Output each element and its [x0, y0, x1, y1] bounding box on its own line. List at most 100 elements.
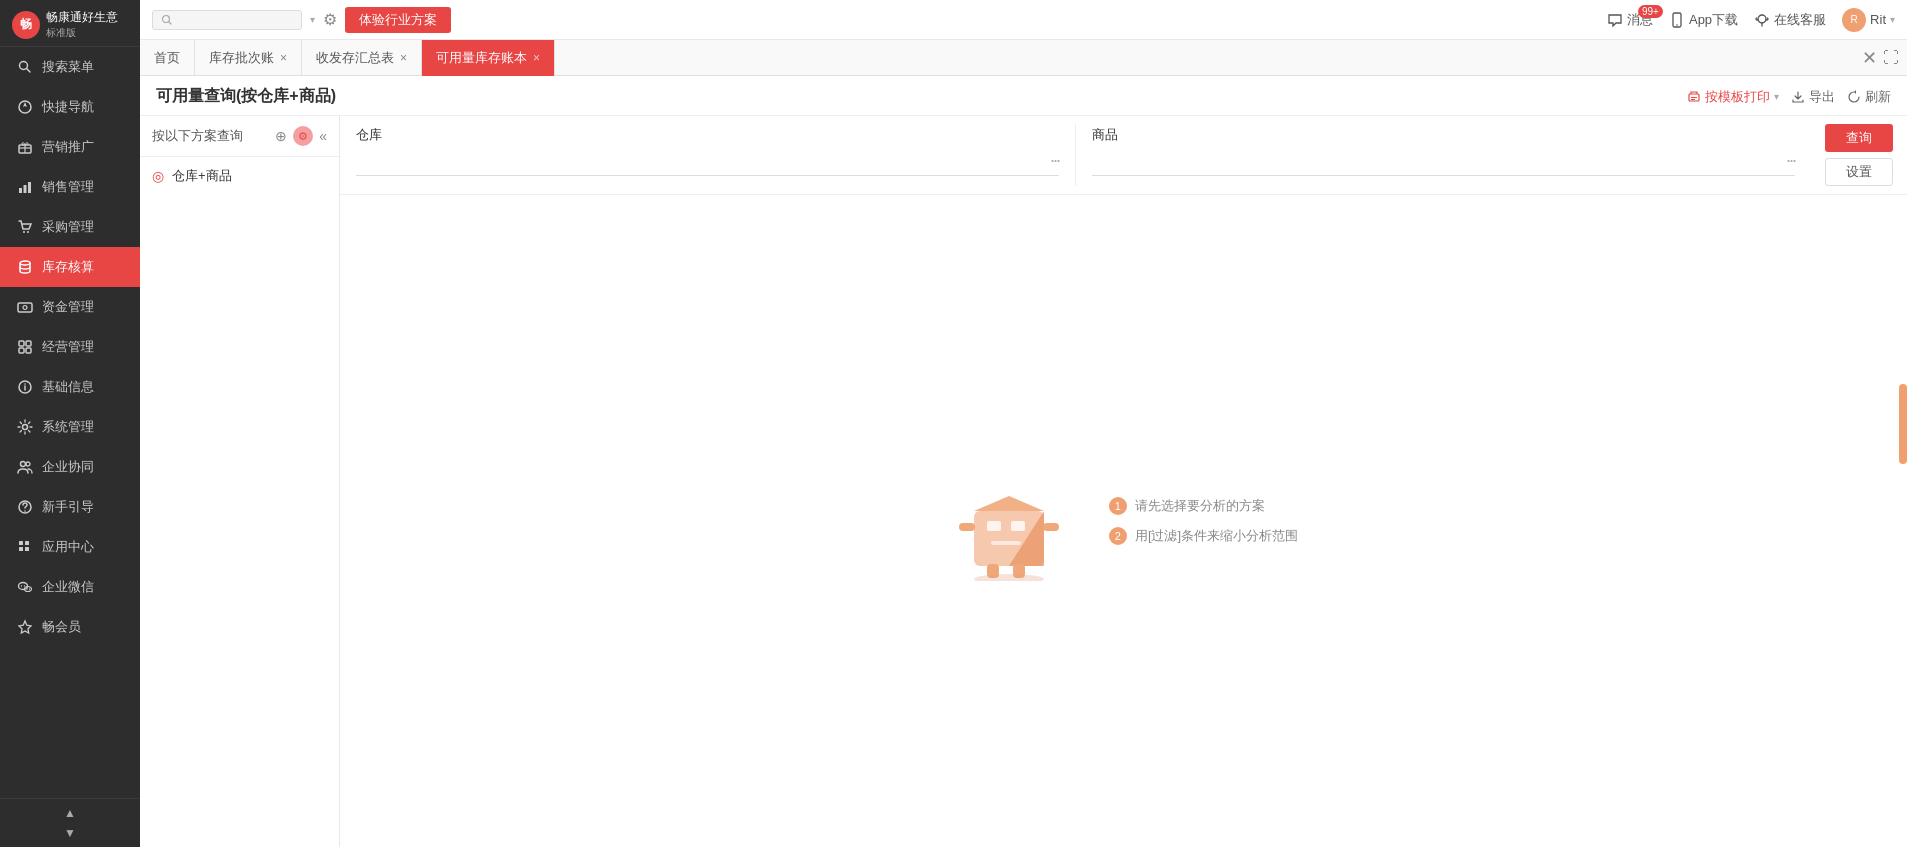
svg-rect-44: [987, 521, 1001, 531]
tab-close-stock-summary[interactable]: ×: [400, 51, 407, 65]
topbar-user-menu[interactable]: R Rit ▾: [1842, 8, 1895, 32]
svg-rect-6: [24, 185, 27, 193]
member-icon: [16, 618, 34, 636]
tabs-expand-btn[interactable]: ⛶: [1883, 49, 1899, 67]
shopping-icon: [16, 218, 34, 236]
sidebar-item-basic-info[interactable]: 基础信息: [0, 367, 140, 407]
svg-point-31: [21, 585, 22, 586]
filter-add-icon[interactable]: ⊕: [275, 128, 287, 144]
sidebar-item-search[interactable]: 搜索菜单: [0, 47, 140, 87]
sidebar-item-label: 库存核算: [42, 258, 94, 276]
product-input[interactable]: [1092, 153, 1786, 168]
sidebar-item-enterprise[interactable]: 企业协同: [0, 447, 140, 487]
gift-icon: [16, 138, 34, 156]
svg-rect-41: [1691, 97, 1697, 98]
sidebar-item-inventory[interactable]: 库存核算: [0, 247, 140, 287]
topbar-customer-service[interactable]: 在线客服: [1754, 11, 1826, 29]
sidebar-item-label: 畅会员: [42, 618, 81, 636]
sidebar-item-member[interactable]: 畅会员: [0, 607, 140, 647]
setting-btn[interactable]: 设置: [1825, 158, 1893, 186]
product-label: 商品: [1092, 126, 1795, 144]
topbar-messages[interactable]: 消息 99+: [1607, 11, 1653, 29]
svg-rect-15: [19, 348, 24, 353]
sidebar-item-quicknav[interactable]: 快捷导航: [0, 87, 140, 127]
sidebar-item-system[interactable]: 系统管理: [0, 407, 140, 447]
empty-illustration: [949, 461, 1069, 581]
svg-point-22: [26, 462, 30, 466]
empty-tip-2: 2 用[过滤]条件来缩小分析范围: [1109, 527, 1298, 545]
topbar-dropdown-icon[interactable]: ▾: [310, 14, 315, 25]
print-dropdown-icon: ▾: [1774, 91, 1779, 102]
tip-num-1: 1: [1109, 497, 1127, 515]
svg-point-20: [23, 424, 28, 429]
product-more-icon[interactable]: ···: [1786, 150, 1795, 171]
query-btn[interactable]: 查询: [1825, 124, 1893, 152]
user-dropdown-icon: ▾: [1890, 14, 1895, 25]
sidebar-logo: 畅 畅康通好生意 标准版: [0, 0, 140, 47]
refresh-btn[interactable]: 刷新: [1847, 88, 1891, 106]
sidebar-item-label: 企业协同: [42, 458, 94, 476]
filter-item-warehouse-product[interactable]: ◎ 仓库+商品: [140, 157, 339, 195]
tab-stock-summary[interactable]: 收发存汇总表 ×: [302, 40, 422, 76]
sidebar-nav: 搜索菜单 快捷导航 营销推广 销售管理 采购管理: [0, 47, 140, 798]
warehouse-more-icon[interactable]: ···: [1050, 150, 1059, 171]
topbar-gear-icon[interactable]: ⚙: [323, 10, 337, 29]
sidebar-scroll-down[interactable]: ▼: [0, 823, 140, 843]
svg-rect-14: [26, 341, 31, 346]
filter-panel: 按以下方案查询 ⊕ ⚙ « ◎ 仓库+商品: [140, 116, 340, 847]
tab-close-available-stock[interactable]: ×: [533, 51, 540, 65]
tabs-close-all-btn[interactable]: ✕: [1862, 47, 1877, 69]
filter-collapse-icon[interactable]: «: [319, 128, 327, 144]
trial-btn[interactable]: 体验行业方案: [345, 7, 451, 33]
empty-tips: 1 请先选择要分析的方案 2 用[过滤]条件来缩小分析范围: [1109, 497, 1298, 545]
sidebar-item-operations[interactable]: 经营管理: [0, 327, 140, 367]
sidebar-scroll-up[interactable]: ▲: [0, 803, 140, 823]
sidebar-item-wechat[interactable]: 企业微信: [0, 567, 140, 607]
sidebar-item-finance[interactable]: 资金管理: [0, 287, 140, 327]
svg-rect-47: [959, 523, 975, 531]
topbar-search-box[interactable]: [152, 10, 302, 30]
topbar-search-input[interactable]: [177, 13, 267, 27]
export-btn[interactable]: 导出: [1791, 88, 1835, 106]
svg-line-1: [27, 68, 31, 72]
wechat-icon: [16, 578, 34, 596]
tab-close-inventory-batch[interactable]: ×: [280, 51, 287, 65]
svg-point-24: [24, 510, 26, 512]
msg-badge: 99+: [1638, 5, 1663, 18]
tab-home[interactable]: 首页: [140, 40, 195, 76]
svg-rect-42: [1691, 99, 1695, 100]
right-edge-scrollbar: [1899, 384, 1907, 464]
svg-point-21: [21, 461, 26, 466]
warehouse-input[interactable]: [356, 153, 1050, 168]
warehouse-label: 仓库: [356, 126, 1059, 144]
topbar: ▾ ⚙ 体验行业方案 消息 99+ App下载 在线客服 R Rit ▾: [140, 0, 1907, 40]
manage-icon: [16, 338, 34, 356]
print-template-btn[interactable]: 按模板打印 ▾: [1687, 88, 1779, 106]
filter-settings-icon[interactable]: ⚙: [293, 126, 313, 146]
filter-item-icon: ◎: [152, 168, 164, 184]
svg-point-39: [1758, 15, 1766, 23]
tab-inventory-batch[interactable]: 库存批次账 ×: [195, 40, 302, 76]
sidebar-item-label: 系统管理: [42, 418, 94, 436]
sidebar-item-label: 企业微信: [42, 578, 94, 596]
sidebar-item-label: 快捷导航: [42, 98, 94, 116]
svg-point-34: [29, 588, 30, 589]
print-icon: [1687, 90, 1701, 104]
sidebar-item-guide[interactable]: 新手引导: [0, 487, 140, 527]
svg-line-36: [169, 21, 172, 24]
sidebar-item-marketing[interactable]: 营销推广: [0, 127, 140, 167]
apps-icon: [16, 538, 34, 556]
topbar-app-download[interactable]: App下载: [1669, 11, 1738, 29]
search-icon: [16, 58, 34, 76]
svg-point-33: [26, 588, 27, 589]
empty-state: 1 请先选择要分析的方案 2 用[过滤]条件来缩小分析范围: [340, 195, 1907, 847]
sidebar-item-sales[interactable]: 销售管理: [0, 167, 140, 207]
empty-tip-text-1: 请先选择要分析的方案: [1135, 497, 1265, 515]
page-title-bar: 可用量查询(按仓库+商品) 按模板打印 ▾ 导出 刷新: [140, 76, 1907, 116]
tab-available-stock[interactable]: 可用量库存账本 ×: [422, 40, 555, 76]
sidebar-item-label: 营销推广: [42, 138, 94, 156]
sidebar-item-apps[interactable]: 应用中心: [0, 527, 140, 567]
svg-point-9: [27, 231, 29, 233]
team-icon: [16, 458, 34, 476]
sidebar-item-purchase[interactable]: 采购管理: [0, 207, 140, 247]
